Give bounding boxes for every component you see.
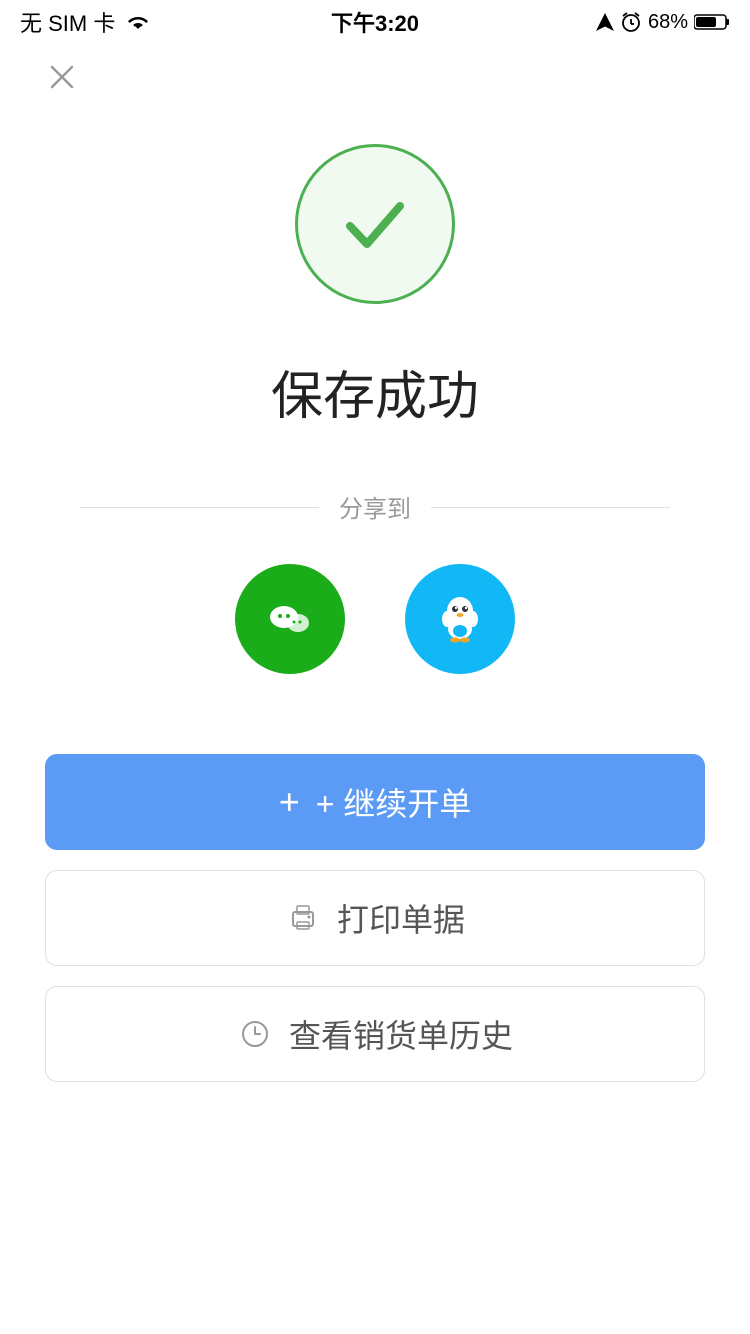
continue-label: + 继续开单 <box>316 779 472 825</box>
print-icon <box>285 900 321 936</box>
history-icon <box>237 1016 273 1052</box>
battery-icon <box>694 13 730 31</box>
share-divider: 分享到 <box>0 489 750 524</box>
wechat-icon <box>260 589 320 649</box>
history-button[interactable]: 查看销货单历史 <box>45 986 705 1082</box>
success-title: 保存成功 <box>271 354 479 429</box>
wifi-icon <box>123 11 153 33</box>
wechat-share-button[interactable] <box>235 564 345 674</box>
status-right: 68% <box>596 11 730 34</box>
print-label: 打印单据 <box>337 895 465 941</box>
plus-icon: + <box>279 781 300 823</box>
qq-icon <box>430 589 490 649</box>
battery-percent: 68% <box>648 11 688 34</box>
share-label: 分享到 <box>319 489 431 524</box>
location-icon <box>596 13 614 31</box>
status-left: 无 SIM 卡 <box>20 6 153 38</box>
status-time: 下午3:20 <box>331 6 419 38</box>
print-button[interactable]: 打印单据 <box>45 870 705 966</box>
continue-button[interactable]: + + 继续开单 <box>45 754 705 850</box>
history-label: 查看销货单历史 <box>289 1011 513 1057</box>
alarm-icon <box>620 11 642 33</box>
checkmark-icon <box>335 184 415 264</box>
sim-status: 无 SIM 卡 <box>20 6 115 38</box>
share-icons <box>235 564 515 674</box>
action-buttons: + + 继续开单 打印单据 查看销货单历 <box>45 754 705 1102</box>
close-button[interactable] <box>40 55 84 99</box>
main-content: 保存成功 分享到 <box>0 44 750 1102</box>
success-circle <box>295 144 455 304</box>
status-bar: 无 SIM 卡 下午3:20 68% <box>0 0 750 44</box>
qq-share-button[interactable] <box>405 564 515 674</box>
